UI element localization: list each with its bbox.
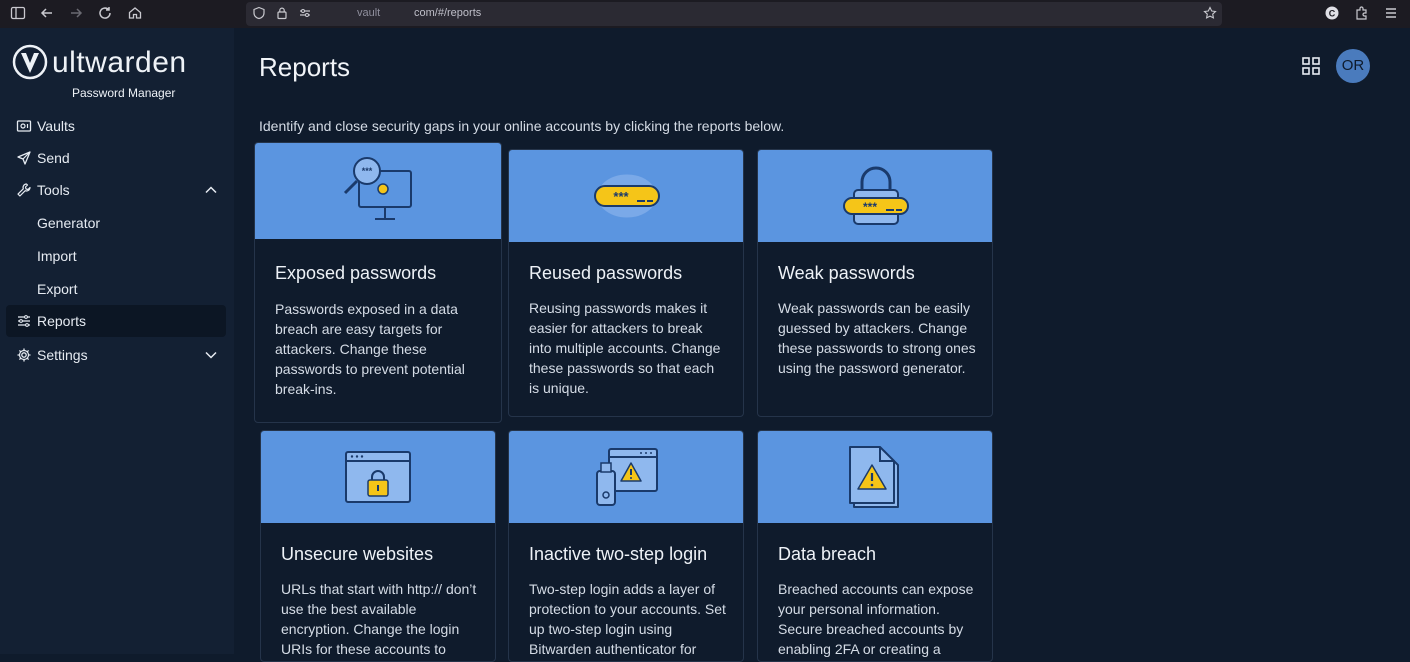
sidebar-item-label: Export bbox=[37, 281, 78, 297]
reused-password-icon: *** bbox=[594, 173, 660, 219]
weak-password-lock-icon: *** bbox=[843, 166, 909, 225]
card-title: Inactive two-step login bbox=[529, 544, 708, 564]
home-icon[interactable] bbox=[126, 5, 144, 23]
card-description: Breached accounts can expose your person… bbox=[778, 581, 974, 657]
vaultwarden-logo[interactable]: ultwarden Password Manager bbox=[12, 44, 212, 100]
avatar[interactable]: OR bbox=[1336, 49, 1370, 83]
sidebar-item-label: Tools bbox=[37, 182, 70, 198]
reload-icon[interactable] bbox=[96, 5, 114, 23]
gear-icon bbox=[17, 348, 31, 362]
extensions-icon[interactable] bbox=[1353, 5, 1371, 23]
card-description: Weak passwords can be easily guessed by … bbox=[778, 300, 976, 376]
vault-icon bbox=[16, 120, 32, 132]
card-description: Reusing passwords makes it easier for at… bbox=[529, 300, 721, 396]
card-description: Passwords exposed in a data breach are e… bbox=[275, 301, 465, 397]
page-title: Reports bbox=[259, 52, 351, 82]
permissions-icon[interactable] bbox=[297, 6, 313, 22]
sidebar-toggle-icon[interactable] bbox=[9, 5, 27, 23]
report-card-weak-passwords[interactable]: *** Weak passwords Weak passwords can be… bbox=[757, 149, 993, 417]
chevron-up-icon[interactable] bbox=[204, 183, 218, 197]
sidebar-item-vaults[interactable]: Vaults bbox=[6, 110, 226, 142]
browser-toolbar: vault com/#/reports C bbox=[0, 0, 1410, 28]
report-card-reused-passwords[interactable]: *** Reused passwords Reusing passwords m… bbox=[508, 149, 744, 417]
sidebar-item-label: Generator bbox=[37, 215, 101, 231]
card-title: Unsecure websites bbox=[281, 544, 434, 564]
url-host: vault bbox=[357, 7, 381, 19]
sliders-icon bbox=[18, 315, 30, 327]
card-title: Reused passwords bbox=[529, 263, 683, 283]
forward-icon[interactable] bbox=[67, 5, 85, 23]
wrench-icon bbox=[17, 183, 31, 197]
sidebar-item-settings[interactable]: Settings bbox=[6, 339, 226, 371]
chevron-down-icon[interactable] bbox=[204, 348, 218, 362]
sidebar-item-export[interactable]: Export bbox=[6, 273, 226, 305]
back-icon[interactable] bbox=[38, 5, 56, 23]
logo-subtitle: Password Manager bbox=[72, 86, 176, 100]
sidebar-item-reports[interactable]: Reports bbox=[6, 305, 226, 337]
report-card-data-breach[interactable]: Data breach Breached accounts can expose… bbox=[757, 430, 993, 662]
svg-text:C: C bbox=[1329, 9, 1336, 19]
card-title: Weak passwords bbox=[778, 263, 915, 283]
card-description: URLs that start with http:// don’t use t… bbox=[281, 581, 477, 657]
report-card-exposed-passwords[interactable]: *** Exposed passwords Passwords exposed … bbox=[254, 142, 502, 423]
unsecure-website-icon bbox=[345, 451, 411, 503]
sidebar-item-send[interactable]: Send bbox=[6, 142, 226, 174]
data-breach-document-icon bbox=[849, 446, 899, 508]
card-title: Data breach bbox=[778, 544, 877, 564]
product-switcher-icon[interactable] bbox=[1302, 57, 1320, 75]
sidebar: ultwarden Password Manager Vaults Send T… bbox=[0, 28, 234, 654]
svg-text:***: *** bbox=[362, 166, 373, 176]
sidebar-item-label: Vaults bbox=[37, 118, 75, 134]
url-path-text: com/#/reports bbox=[414, 7, 482, 19]
inactive-two-step-icon bbox=[596, 448, 658, 506]
menu-icon[interactable] bbox=[1382, 5, 1400, 23]
card-title: Exposed passwords bbox=[275, 263, 437, 283]
svg-text:***: *** bbox=[613, 189, 629, 204]
send-icon bbox=[17, 151, 31, 165]
card-description: Two-step login adds a layer of protectio… bbox=[529, 581, 726, 657]
logo-shield-icon bbox=[12, 44, 48, 80]
url-path: com/#/reports bbox=[414, 7, 481, 19]
svg-text:***: *** bbox=[863, 200, 877, 214]
report-card-unsecure-websites[interactable]: Unsecure websites URLs that start with h… bbox=[260, 430, 496, 662]
url-bar[interactable]: vault com/#/reports bbox=[246, 2, 1222, 26]
sidebar-item-label: Import bbox=[37, 248, 77, 264]
exposed-password-monitor-icon: *** bbox=[343, 157, 412, 220]
sidebar-item-generator[interactable]: Generator bbox=[6, 207, 226, 239]
sidebar-item-import[interactable]: Import bbox=[6, 240, 226, 272]
logo-text: ultwarden bbox=[52, 46, 187, 79]
bookmark-star-icon[interactable] bbox=[1202, 6, 1218, 22]
profile-icon[interactable]: C bbox=[1323, 5, 1341, 23]
main-content: Reports OR Identify and close security g… bbox=[234, 28, 1410, 662]
report-card-inactive-two-step-login[interactable]: Inactive two-step login Two-step login a… bbox=[508, 430, 744, 662]
sidebar-item-label: Reports bbox=[37, 313, 87, 329]
reports-intro: Identify and close security gaps in your… bbox=[259, 118, 785, 134]
sidebar-item-label: Settings bbox=[37, 347, 88, 363]
sidebar-item-label: Send bbox=[37, 150, 70, 166]
shield-icon[interactable] bbox=[251, 6, 267, 22]
lock-icon[interactable] bbox=[274, 6, 290, 22]
sidebar-item-tools[interactable]: Tools bbox=[6, 174, 226, 206]
